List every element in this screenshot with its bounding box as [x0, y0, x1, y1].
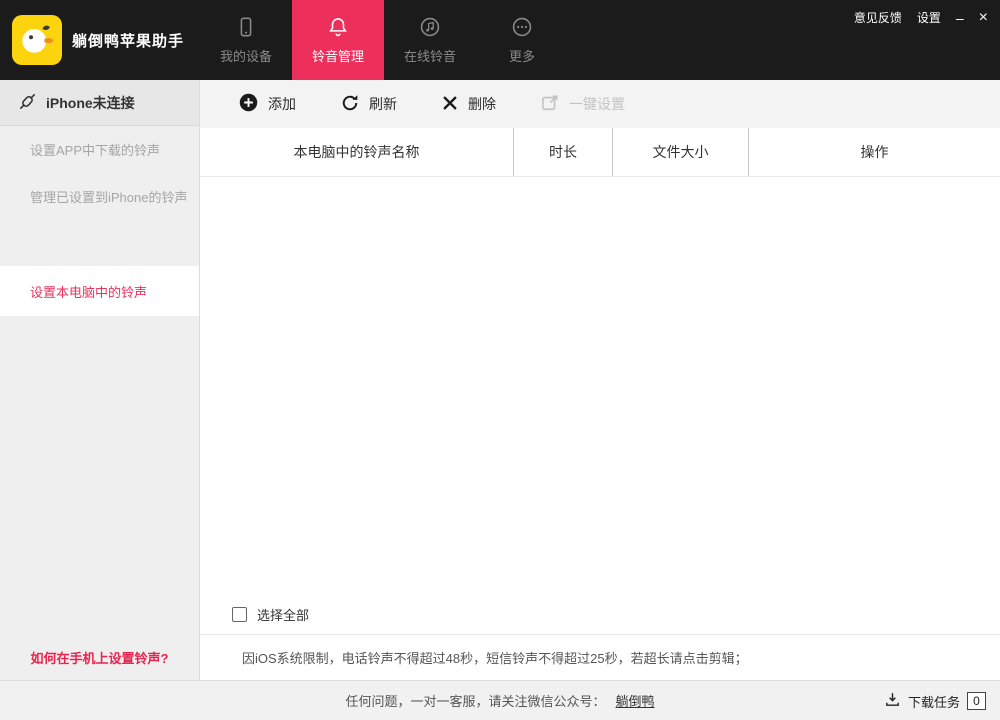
app-logo-icon	[12, 15, 62, 65]
device-phone-icon	[234, 15, 258, 39]
column-header-actions: 操作	[748, 128, 1000, 176]
sidebar-item-local-ringtones[interactable]: 设置本电脑中的铃声	[0, 266, 199, 316]
refresh-label: 刷新	[369, 94, 397, 114]
settings-link[interactable]: 设置	[917, 9, 941, 26]
ringtone-bell-icon	[326, 15, 350, 39]
select-all-label: 选择全部	[257, 605, 309, 624]
topbar: 躺倒鸭苹果助手 我的设备 铃音管理 在线铃音	[0, 0, 1000, 80]
column-header-file-size: 文件大小	[612, 128, 748, 176]
table-header: 本电脑中的铃声名称 时长 文件大小 操作	[200, 128, 1000, 177]
download-count-badge: 0	[967, 692, 986, 710]
footer: 任何问题，一对一客服，请关注微信公众号： 躺倒鸭 下载任务 0	[0, 680, 1000, 720]
select-all-checkbox[interactable]	[232, 607, 247, 622]
one-click-setup-label: 一键设置	[569, 94, 625, 114]
sidebar-item-manage-iphone-ringtones[interactable]: 管理已设置到iPhone的铃声	[0, 173, 199, 220]
one-click-setup-icon	[540, 93, 560, 116]
one-click-setup-button[interactable]: 一键设置	[540, 93, 625, 116]
download-tasks-label: 下载任务	[908, 692, 960, 711]
tab-label: 铃音管理	[312, 46, 364, 65]
main-content: 添加 刷新 删除 一键	[200, 80, 1000, 680]
main-nav: 我的设备 铃音管理 在线铃音 更多	[200, 0, 568, 80]
refresh-button[interactable]: 刷新	[340, 93, 397, 116]
download-tasks-button[interactable]: 下载任务 0	[884, 681, 986, 720]
ringtone-table-body	[200, 177, 1000, 594]
delete-button[interactable]: 删除	[441, 94, 496, 115]
ios-limit-notice: 因iOS系统限制，电话铃声不得超过48秒，短信铃声不得超过25秒，若超长请点击剪…	[200, 634, 1000, 680]
delete-icon	[441, 94, 459, 115]
tab-label: 我的设备	[220, 46, 272, 65]
tab-online-ringtones[interactable]: 在线铃音	[384, 0, 476, 80]
tab-label: 在线铃音	[404, 46, 456, 65]
add-label: 添加	[268, 94, 296, 114]
app-title: 躺倒鸭苹果助手	[72, 30, 184, 51]
logo-area: 躺倒鸭苹果助手	[0, 0, 200, 80]
how-to-set-ringtone-link[interactable]: 如何在手机上设置铃声?	[0, 648, 199, 667]
add-icon	[238, 92, 259, 116]
delete-label: 删除	[468, 94, 496, 114]
refresh-icon	[340, 93, 360, 116]
tab-my-devices[interactable]: 我的设备	[200, 0, 292, 80]
minimize-button[interactable]: –	[956, 11, 964, 25]
middle-area: iPhone未连接 设置APP中下载的铃声 管理已设置到iPhone的铃声 设置…	[0, 80, 1000, 680]
app-window: 躺倒鸭苹果助手 我的设备 铃音管理 在线铃音	[0, 0, 1000, 720]
sidebar-item-app-downloaded-ringtones[interactable]: 设置APP中下载的铃声	[0, 126, 199, 173]
wechat-account-link[interactable]: 躺倒鸭	[616, 691, 655, 710]
close-button[interactable]: ×	[979, 11, 988, 25]
add-button[interactable]: 添加	[238, 92, 296, 116]
sidebar: iPhone未连接 设置APP中下载的铃声 管理已设置到iPhone的铃声 设置…	[0, 80, 200, 680]
column-header-ringtone-name: 本电脑中的铃声名称	[200, 128, 513, 176]
more-ellipsis-icon	[510, 15, 534, 39]
feedback-link[interactable]: 意见反馈	[854, 9, 902, 26]
music-note-icon	[418, 15, 442, 39]
column-header-duration: 时长	[513, 128, 612, 176]
service-text: 任何问题，一对一客服，请关注微信公众号：	[345, 691, 605, 710]
tab-ringtone-management[interactable]: 铃音管理	[292, 0, 384, 80]
topbar-actions: 意见反馈 设置 – ×	[854, 9, 988, 26]
select-all-row: 选择全部	[200, 594, 1000, 634]
device-status: iPhone未连接	[0, 80, 199, 126]
toolbar: 添加 刷新 删除 一键	[200, 80, 1000, 128]
download-icon	[884, 691, 901, 711]
disconnected-icon	[18, 92, 37, 114]
customer-service-info: 任何问题，一对一客服，请关注微信公众号： 躺倒鸭	[345, 691, 654, 710]
tab-more[interactable]: 更多	[476, 0, 568, 80]
tab-label: 更多	[509, 46, 535, 65]
device-status-label: iPhone未连接	[46, 93, 135, 113]
